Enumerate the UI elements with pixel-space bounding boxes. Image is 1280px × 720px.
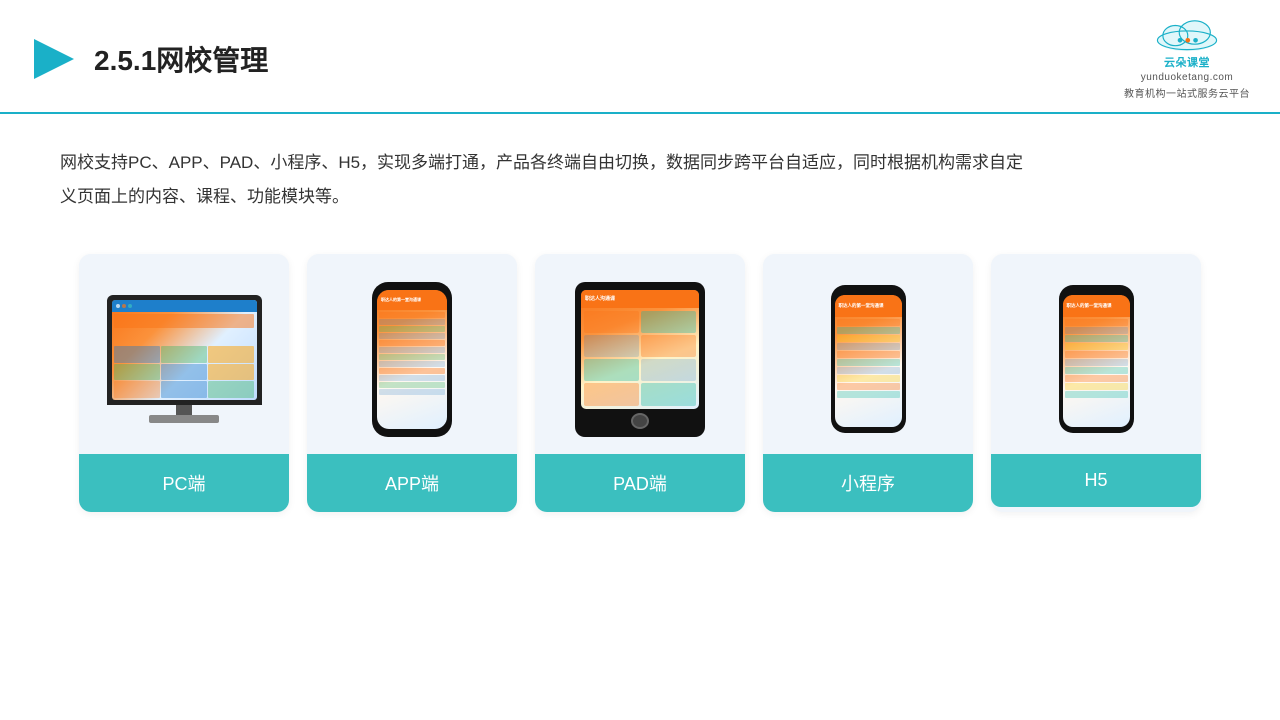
logo-icon bbox=[1152, 18, 1222, 54]
phone-mockup-h5: 职达人的第一堂沟通课 bbox=[1059, 285, 1134, 433]
card-pad-image: 职达人沟通课 bbox=[535, 254, 745, 454]
page-title: 2.5.1网校管理 bbox=[94, 39, 268, 79]
logo-name: 云朵课堂 bbox=[1164, 54, 1210, 70]
header-left: 2.5.1网校管理 bbox=[30, 35, 268, 83]
card-h5-label: H5 bbox=[991, 454, 1201, 507]
card-h5-image: 职达人的第一堂沟通课 bbox=[991, 254, 1201, 454]
card-miniprogram: 职达人的第一堂沟通课 bbox=[763, 254, 973, 512]
logo-subtitle: 教育机构一站式服务云平台 bbox=[1124, 85, 1250, 100]
tablet-mockup: 职达人沟通课 bbox=[575, 282, 705, 437]
card-miniprogram-image: 职达人的第一堂沟通课 bbox=[763, 254, 973, 454]
card-h5: 职达人的第一堂沟通课 bbox=[991, 254, 1201, 512]
card-app: 职达人的第一堂沟通课 bbox=[307, 254, 517, 512]
phone-mockup-app: 职达人的第一堂沟通课 bbox=[372, 282, 452, 437]
card-app-label: APP端 bbox=[307, 454, 517, 512]
card-pc: PC端 bbox=[79, 254, 289, 512]
card-app-image: 职达人的第一堂沟通课 bbox=[307, 254, 517, 454]
card-miniprogram-label: 小程序 bbox=[763, 454, 973, 512]
header: 2.5.1网校管理 云朵课堂 yunduoketang.com 教育机构一站式服… bbox=[0, 0, 1280, 114]
card-pad: 职达人沟通课 bbox=[535, 254, 745, 512]
pc-screen bbox=[107, 295, 262, 405]
card-pc-label: PC端 bbox=[79, 454, 289, 512]
play-icon bbox=[30, 35, 78, 83]
logo-area: 云朵课堂 yunduoketang.com 教育机构一站式服务云平台 bbox=[1124, 18, 1250, 100]
description-text: 网校支持PC、APP、PAD、小程序、H5，实现多端打通，产品各终端自由切换，数… bbox=[0, 114, 1100, 224]
pc-mockup bbox=[107, 295, 262, 423]
logo-url: yunduoketang.com bbox=[1141, 72, 1234, 83]
cards-container: PC端 职达人的第一堂沟通课 bbox=[0, 234, 1280, 532]
phone-mockup-mini: 职达人的第一堂沟通课 bbox=[831, 285, 906, 433]
card-pad-label: PAD端 bbox=[535, 454, 745, 512]
card-pc-image bbox=[79, 254, 289, 454]
